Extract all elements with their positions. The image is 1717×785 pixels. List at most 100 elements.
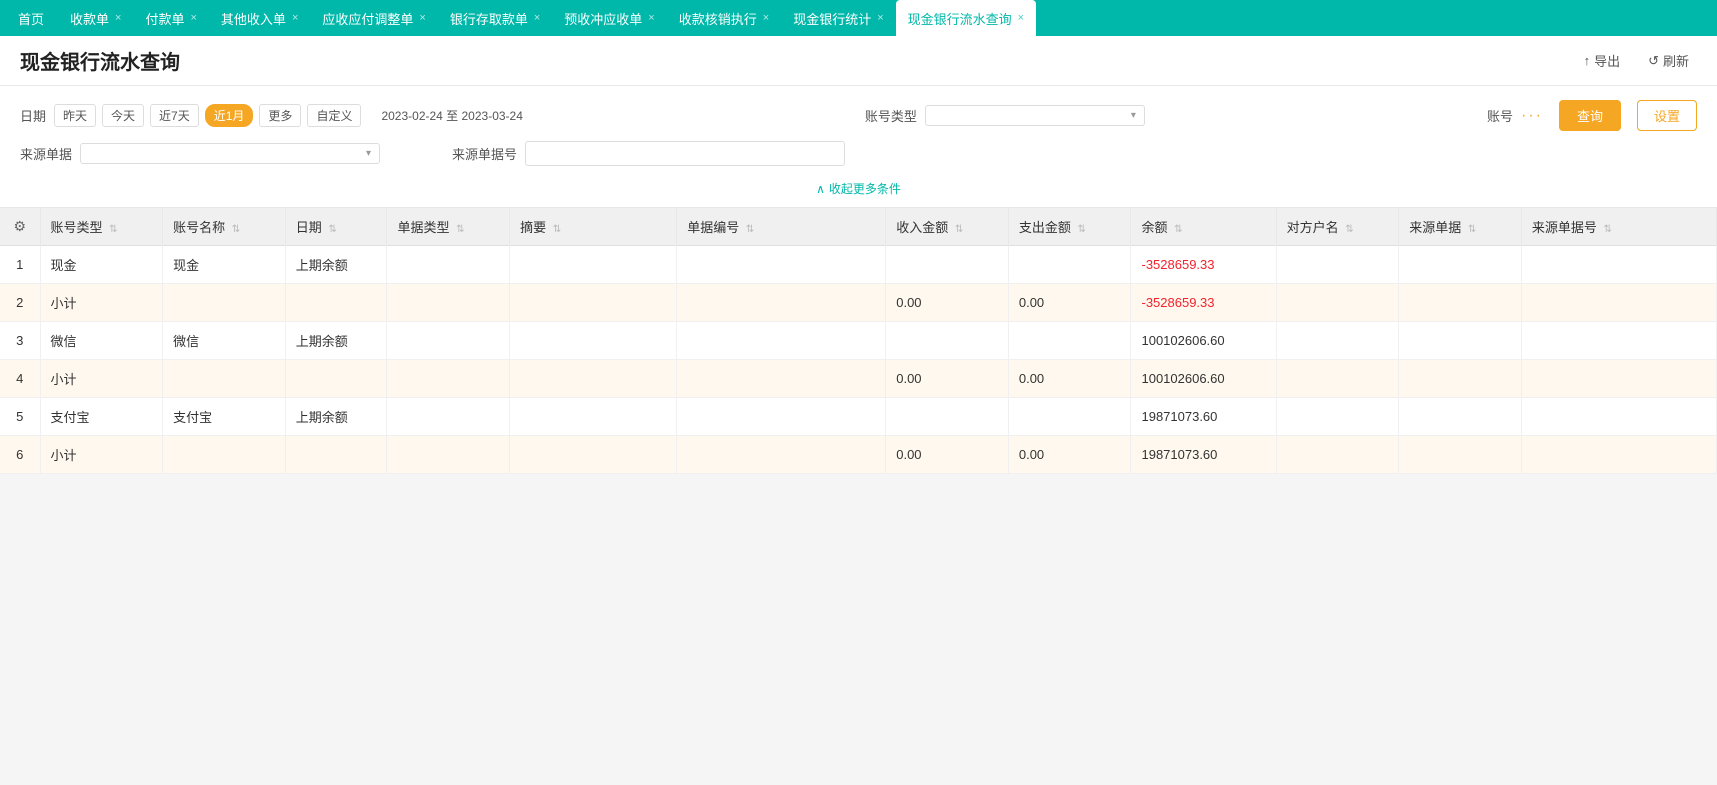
- cell-summary: [510, 398, 677, 436]
- cell-account_type: 小计: [40, 284, 163, 322]
- sort-icon: ⇅: [1078, 224, 1086, 235]
- close-icon[interactable]: ×: [190, 12, 196, 24]
- cell-expense: [1008, 246, 1131, 284]
- nav-tab-0[interactable]: 收款单 ×: [58, 0, 133, 36]
- col-balance[interactable]: 余额 ⇅: [1131, 208, 1276, 246]
- col-account-name[interactable]: 账号名称 ⇅: [163, 208, 286, 246]
- table-row: 3微信微信上期余额100102606.60: [0, 322, 1717, 360]
- col-doc-type[interactable]: 单据类型 ⇅: [387, 208, 510, 246]
- cell-counterpart: [1276, 398, 1399, 436]
- cell-date: 上期余额: [285, 322, 387, 360]
- cell-account_type: 支付宝: [40, 398, 163, 436]
- source-doc-no-input[interactable]: [525, 141, 845, 166]
- cell-income: 0.00: [886, 436, 1009, 474]
- cell-account_name: 现金: [163, 246, 286, 284]
- close-icon[interactable]: ×: [534, 12, 540, 24]
- cell-account_name: [163, 360, 286, 398]
- nav-tab-4[interactable]: 银行存取款单 ×: [438, 0, 552, 36]
- cell-balance: 19871073.60: [1131, 436, 1276, 474]
- close-icon[interactable]: ×: [648, 12, 654, 24]
- col-doc-no[interactable]: 单据编号 ⇅: [677, 208, 886, 246]
- date-buttons: 昨天 今天 近7天 近1月 更多 自定义: [54, 104, 361, 127]
- cell-counterpart: [1276, 436, 1399, 474]
- close-icon[interactable]: ×: [877, 12, 883, 24]
- cell-index: 2: [0, 284, 40, 322]
- cell-doc_type: [387, 360, 510, 398]
- col-source-doc-no[interactable]: 来源单据号 ⇅: [1521, 208, 1716, 246]
- cell-income: 0.00: [886, 284, 1009, 322]
- table-row: 5支付宝支付宝上期余额19871073.60: [0, 398, 1717, 436]
- col-source-doc[interactable]: 来源单据 ⇅: [1399, 208, 1522, 246]
- cell-summary: [510, 284, 677, 322]
- cell-expense: 0.00: [1008, 284, 1131, 322]
- close-icon[interactable]: ×: [763, 12, 769, 24]
- cell-doc_no: [677, 322, 886, 360]
- cell-source_doc: [1399, 284, 1522, 322]
- cell-income: [886, 246, 1009, 284]
- cell-balance: -3528659.33: [1131, 246, 1276, 284]
- nav-home[interactable]: 首页: [4, 0, 58, 36]
- account-dots-button[interactable]: ···: [1521, 107, 1543, 125]
- cell-source_doc: [1399, 360, 1522, 398]
- col-expense[interactable]: 支出金额 ⇅: [1008, 208, 1131, 246]
- nav-tab-3[interactable]: 应收应付调整单 ×: [310, 0, 437, 36]
- cell-doc_no: [677, 360, 886, 398]
- cell-balance: 19871073.60: [1131, 398, 1276, 436]
- header-actions: ↑ 导出 ↺ 刷新: [1576, 47, 1697, 74]
- collapse-bar[interactable]: ∧ 收起更多条件: [20, 176, 1697, 197]
- account-type-select[interactable]: ▾: [925, 105, 1145, 126]
- date-btn-1month[interactable]: 近1月: [205, 104, 254, 127]
- sort-icon: ⇅: [1603, 224, 1611, 235]
- cell-doc_no: [677, 436, 886, 474]
- date-btn-yesterday[interactable]: 昨天: [54, 104, 96, 127]
- date-btn-more[interactable]: 更多: [259, 104, 301, 127]
- refresh-icon: ↺: [1648, 53, 1659, 69]
- close-icon[interactable]: ×: [1018, 12, 1024, 24]
- cell-doc_type: [387, 246, 510, 284]
- nav-tab-2[interactable]: 其他收入单 ×: [209, 0, 310, 36]
- chevron-down-icon: ▾: [366, 148, 371, 159]
- settings-button[interactable]: 设置: [1637, 100, 1697, 131]
- col-counterpart[interactable]: 对方户名 ⇅: [1276, 208, 1399, 246]
- col-account-type[interactable]: 账号类型 ⇅: [40, 208, 163, 246]
- cell-doc_no: [677, 398, 886, 436]
- export-button[interactable]: ↑ 导出: [1576, 47, 1629, 74]
- account-type-filter-group: 账号类型 ▾: [865, 105, 1145, 126]
- nav-tab-6[interactable]: 收款核销执行 ×: [667, 0, 781, 36]
- col-gear[interactable]: ⚙: [0, 208, 40, 246]
- close-icon[interactable]: ×: [115, 12, 121, 24]
- source-doc-no-filter-group: 来源单据号: [452, 141, 845, 166]
- cell-balance: -3528659.33: [1131, 284, 1276, 322]
- cell-source_doc_no: [1521, 322, 1716, 360]
- close-icon[interactable]: ×: [292, 12, 298, 24]
- cell-source_doc_no: [1521, 246, 1716, 284]
- cell-source_doc: [1399, 436, 1522, 474]
- refresh-button[interactable]: ↺ 刷新: [1640, 47, 1697, 74]
- cell-summary: [510, 436, 677, 474]
- cell-source_doc_no: [1521, 398, 1716, 436]
- date-btn-custom[interactable]: 自定义: [307, 104, 361, 127]
- source-doc-select[interactable]: ▾: [80, 143, 380, 164]
- cell-source_doc: [1399, 246, 1522, 284]
- nav-tab-1[interactable]: 付款单 ×: [133, 0, 208, 36]
- cell-account_type: 小计: [40, 360, 163, 398]
- account-label: 账号: [1487, 106, 1513, 125]
- nav-tab-7[interactable]: 现金银行统计 ×: [781, 0, 895, 36]
- col-summary[interactable]: 摘要 ⇅: [510, 208, 677, 246]
- query-button[interactable]: 查询: [1559, 100, 1621, 131]
- sort-icon: ⇅: [456, 224, 464, 235]
- cell-balance: 100102606.60: [1131, 322, 1276, 360]
- filter-row-1: 日期 昨天 今天 近7天 近1月 更多 自定义 2023-02-24 至 202…: [20, 100, 1697, 131]
- close-icon[interactable]: ×: [419, 12, 425, 24]
- cell-expense: [1008, 322, 1131, 360]
- col-income[interactable]: 收入金额 ⇅: [886, 208, 1009, 246]
- cell-index: 3: [0, 322, 40, 360]
- nav-tab-5[interactable]: 预收冲应收单 ×: [552, 0, 666, 36]
- table-row: 2小计0.000.00-3528659.33: [0, 284, 1717, 322]
- nav-tab-8[interactable]: 现金银行流水查询 ×: [896, 0, 1036, 36]
- filter-area: 日期 昨天 今天 近7天 近1月 更多 自定义 2023-02-24 至 202…: [0, 86, 1717, 208]
- col-date[interactable]: 日期 ⇅: [285, 208, 387, 246]
- date-btn-today[interactable]: 今天: [102, 104, 144, 127]
- date-btn-7days[interactable]: 近7天: [150, 104, 199, 127]
- sort-icon: ⇅: [1345, 224, 1353, 235]
